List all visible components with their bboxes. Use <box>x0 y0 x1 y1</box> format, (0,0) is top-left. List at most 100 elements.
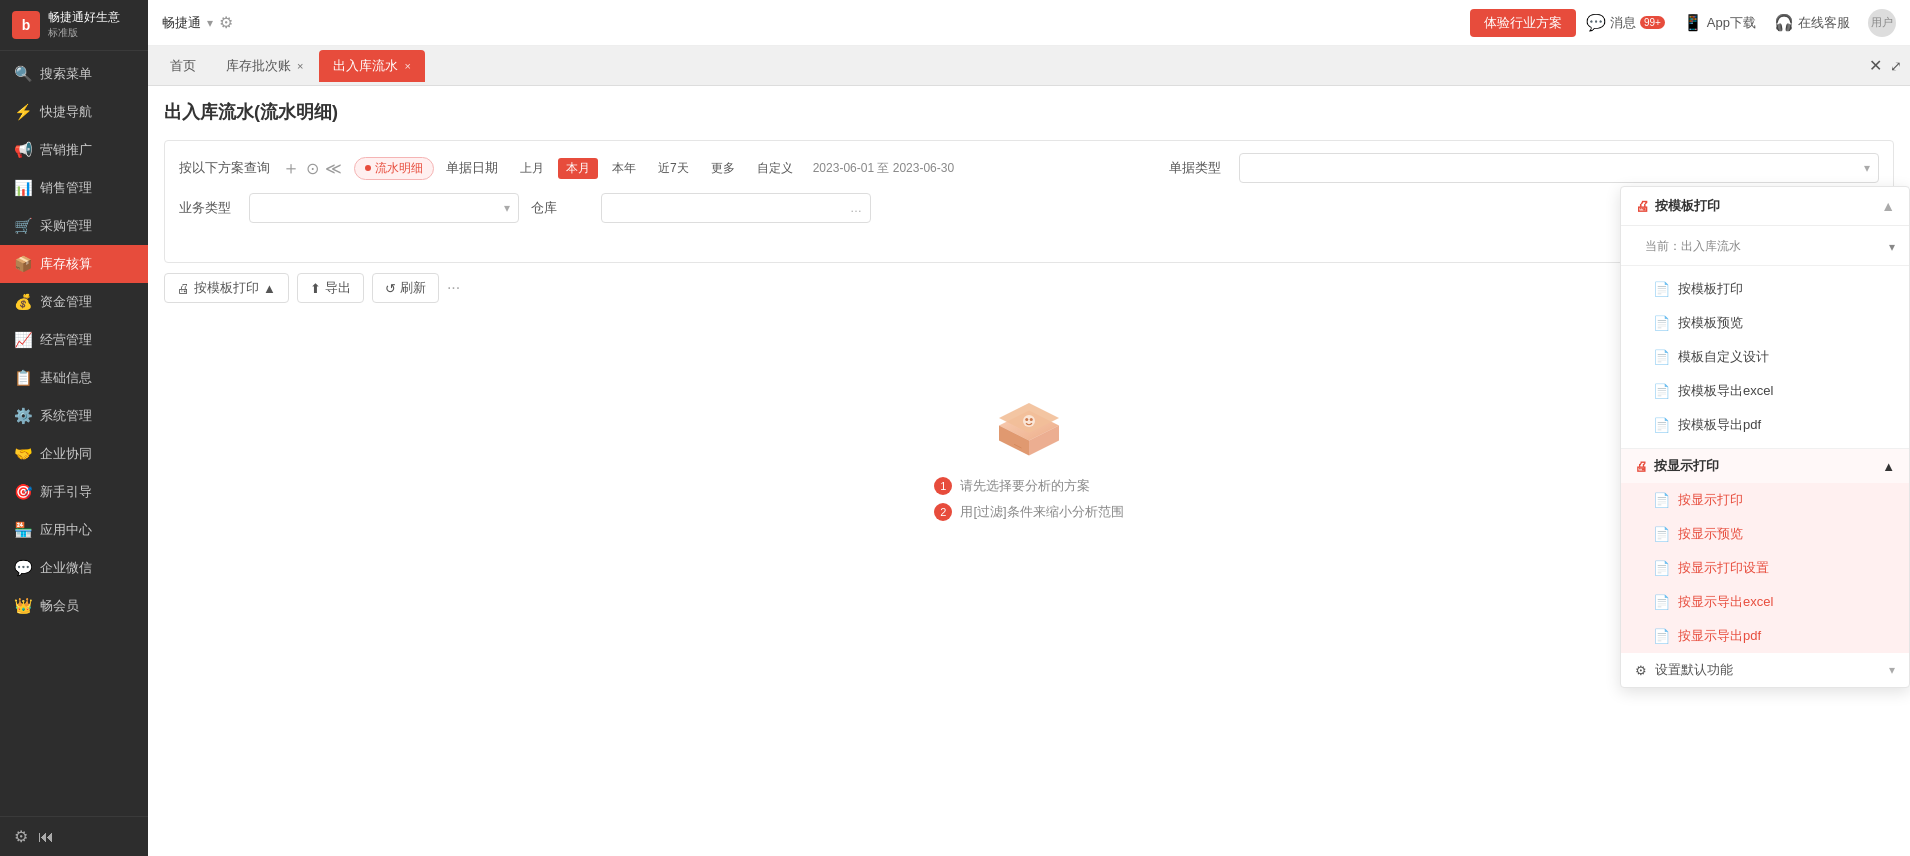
item-icon-display-preview: 📄 <box>1653 526 1670 542</box>
date-btn-本月[interactable]: 本月 <box>558 158 598 179</box>
sidebar-nav: 🔍搜索菜单⚡快捷导航📢营销推广📊销售管理🛒采购管理📦库存核算💰资金管理📈经营管理… <box>0 51 148 816</box>
item-icon-template-print: 📄 <box>1653 281 1670 297</box>
header-gear-icon[interactable]: ⚙ <box>219 13 233 32</box>
sidebar-item-appstore[interactable]: 🏪应用中心 <box>0 511 148 549</box>
warehouse-select[interactable]: … <box>601 193 871 223</box>
app-edition: 标准版 <box>48 26 120 40</box>
warehouse-field: 仓库 … <box>531 193 871 223</box>
dropdown-item-template-print[interactable]: 📄按模板打印 <box>1621 272 1909 306</box>
sidebar-collapse-icon[interactable]: ⏮ <box>38 828 54 846</box>
export-icon: ⬆ <box>310 281 321 296</box>
nav-icon-basic: 📋 <box>14 369 32 387</box>
sidebar-item-marketing[interactable]: 📢营销推广 <box>0 131 148 169</box>
sidebar-item-shortcut[interactable]: ⚡快捷导航 <box>0 93 148 131</box>
message-btn[interactable]: 💬 消息 99+ <box>1586 13 1665 32</box>
dropdown-item-display-export-excel[interactable]: 📄按显示导出excel <box>1621 585 1909 619</box>
sidebar-item-inventory[interactable]: 📦库存核算 <box>0 245 148 283</box>
nav-label-basic: 基础信息 <box>40 369 92 387</box>
sidebar-item-purchase[interactable]: 🛒采购管理 <box>0 207 148 245</box>
tip-text-1: 请先选择要分析的方案 <box>960 477 1090 495</box>
print-icon: 🖨 <box>177 281 190 296</box>
sidebar-logo: b 畅捷通好生意 标准版 <box>0 0 148 51</box>
sidebar-item-basic[interactable]: 📋 基础信息 <box>0 359 148 397</box>
filter-tag-label: 流水明细 <box>375 160 423 177</box>
online-service-label: 在线客服 <box>1798 14 1850 32</box>
dropdown-footer[interactable]: ⚙ 设置默认功能 ▾ <box>1621 653 1909 687</box>
search-collapse-icon[interactable]: ≪ <box>325 159 342 178</box>
empty-illustration <box>984 373 1074 463</box>
nav-icon-guide: 🎯 <box>14 483 32 501</box>
display-print-section-arrow: ▲ <box>1882 459 1895 474</box>
sidebar: b 畅捷通好生意 标准版 🔍搜索菜单⚡快捷导航📢营销推广📊销售管理🛒采购管理📦库… <box>0 0 148 856</box>
dropdown-title: 按模板打印 <box>1655 197 1720 215</box>
dropdown-item-display-print[interactable]: 📄按显示打印 <box>1621 483 1909 517</box>
online-service-btn[interactable]: 🎧 在线客服 <box>1774 13 1850 32</box>
footer-arrow: ▾ <box>1889 663 1895 677</box>
dropdown-item-display-preview[interactable]: 📄按显示预览 <box>1621 517 1909 551</box>
print-template-btn[interactable]: 🖨 按模板打印 ▲ <box>164 273 289 303</box>
search-settings-icon[interactable]: ⊙ <box>306 159 319 178</box>
date-btn-本年[interactable]: 本年 <box>604 158 644 179</box>
tab-inventory-batch-close[interactable]: × <box>297 60 303 72</box>
biz-type-arrow: ▾ <box>504 201 510 215</box>
header-username: 畅捷通 <box>162 14 201 32</box>
display-print-section-header[interactable]: 🖨 按显示打印 ▲ <box>1621 449 1909 483</box>
item-label-template-export-excel: 按模板导出excel <box>1678 382 1773 400</box>
dropdown-item-display-print-settings[interactable]: 📄按显示打印设置 <box>1621 551 1909 585</box>
dropdown-item-display-export-pdf[interactable]: 📄按显示导出pdf <box>1621 619 1909 653</box>
dropdown-item-template-preview[interactable]: 📄按模板预览 <box>1621 306 1909 340</box>
nav-label-finance: 资金管理 <box>40 293 92 311</box>
date-btn-更多[interactable]: 更多 <box>703 158 743 179</box>
sidebar-item-sales[interactable]: 📊销售管理 <box>0 169 148 207</box>
dropdown-current-section: 当前：出入库流水 ▾ <box>1621 226 1909 266</box>
sidebar-item-guide[interactable]: 🎯新手引导 <box>0 473 148 511</box>
toolbar-more-icon[interactable]: ··· <box>447 279 460 297</box>
nav-icon-inventory: 📦 <box>14 255 32 273</box>
search-add-icon[interactable]: ＋ <box>282 156 300 180</box>
item-icon-template-custom: 📄 <box>1653 349 1670 365</box>
trial-btn[interactable]: 体验行业方案 <box>1470 9 1576 37</box>
nav-icon-sales: 📊 <box>14 179 32 197</box>
header-dropdown-icon[interactable]: ▾ <box>207 16 213 30</box>
tab-close-main-icon[interactable]: ✕ <box>1869 56 1882 75</box>
dropdown-item-template-export-excel[interactable]: 📄按模板导出excel <box>1621 374 1909 408</box>
filter-tag[interactable]: 流水明细 <box>354 157 434 180</box>
dropdown-item-template-export-pdf[interactable]: 📄按模板导出pdf <box>1621 408 1909 442</box>
sidebar-item-finance[interactable]: 💰资金管理 <box>0 283 148 321</box>
dropdown-collapse-icon[interactable]: ▲ <box>1881 198 1895 214</box>
biz-type-select[interactable]: ▾ <box>249 193 519 223</box>
nav-label-corp: 企业协同 <box>40 445 92 463</box>
sidebar-item-corp[interactable]: 🤝企业协同 <box>0 435 148 473</box>
sidebar-item-search[interactable]: 🔍搜索菜单 <box>0 55 148 93</box>
export-btn[interactable]: ⬆ 导出 <box>297 273 364 303</box>
tab-inout-flow[interactable]: 出入库流水 × <box>319 50 424 82</box>
nav-icon-purchase: 🛒 <box>14 217 32 235</box>
sidebar-gear-icon[interactable]: ⚙ <box>14 827 28 846</box>
app-download-btn[interactable]: 📱 App下载 <box>1683 13 1756 32</box>
sidebar-item-operation[interactable]: 📈经营管理 <box>0 321 148 359</box>
tab-inout-flow-close[interactable]: × <box>404 60 410 72</box>
footer-icon: ⚙ <box>1635 663 1647 678</box>
item-label-display-export-pdf: 按显示导出pdf <box>1678 627 1761 645</box>
date-btn-上月[interactable]: 上月 <box>512 158 552 179</box>
sidebar-item-system[interactable]: ⚙️系统管理 <box>0 397 148 435</box>
refresh-btn[interactable]: ↺ 刷新 <box>372 273 439 303</box>
date-btn-近7天[interactable]: 近7天 <box>650 158 697 179</box>
tip-num-1: 1 <box>934 477 952 495</box>
nav-label-shortcut: 快捷导航 <box>40 103 92 121</box>
tab-expand-icon[interactable]: ⤢ <box>1890 58 1902 74</box>
bill-type-select[interactable]: ▾ <box>1239 153 1880 183</box>
online-service-icon: 🎧 <box>1774 13 1794 32</box>
app-name-area: 畅捷通好生意 标准版 <box>48 10 120 40</box>
tab-inventory-batch[interactable]: 库存批次账 × <box>212 50 317 82</box>
sidebar-item-wechat[interactable]: 💬企业微信 <box>0 549 148 587</box>
sidebar-item-member[interactable]: 👑畅会员 <box>0 587 148 625</box>
print-template-label: 按模板打印 <box>194 279 259 297</box>
avatar[interactable]: 用户 <box>1868 9 1896 37</box>
tab-home[interactable]: 首页 <box>156 50 210 82</box>
main-area: 畅捷通 ▾ ⚙ 体验行业方案 💬 消息 99+ 📱 App下载 🎧 在线客服 用… <box>148 0 1910 856</box>
message-badge: 99+ <box>1640 16 1665 29</box>
date-btn-自定义[interactable]: 自定义 <box>749 158 801 179</box>
dropdown-item-template-custom[interactable]: 📄模板自定义设计 <box>1621 340 1909 374</box>
warehouse-arrow: … <box>850 201 862 215</box>
